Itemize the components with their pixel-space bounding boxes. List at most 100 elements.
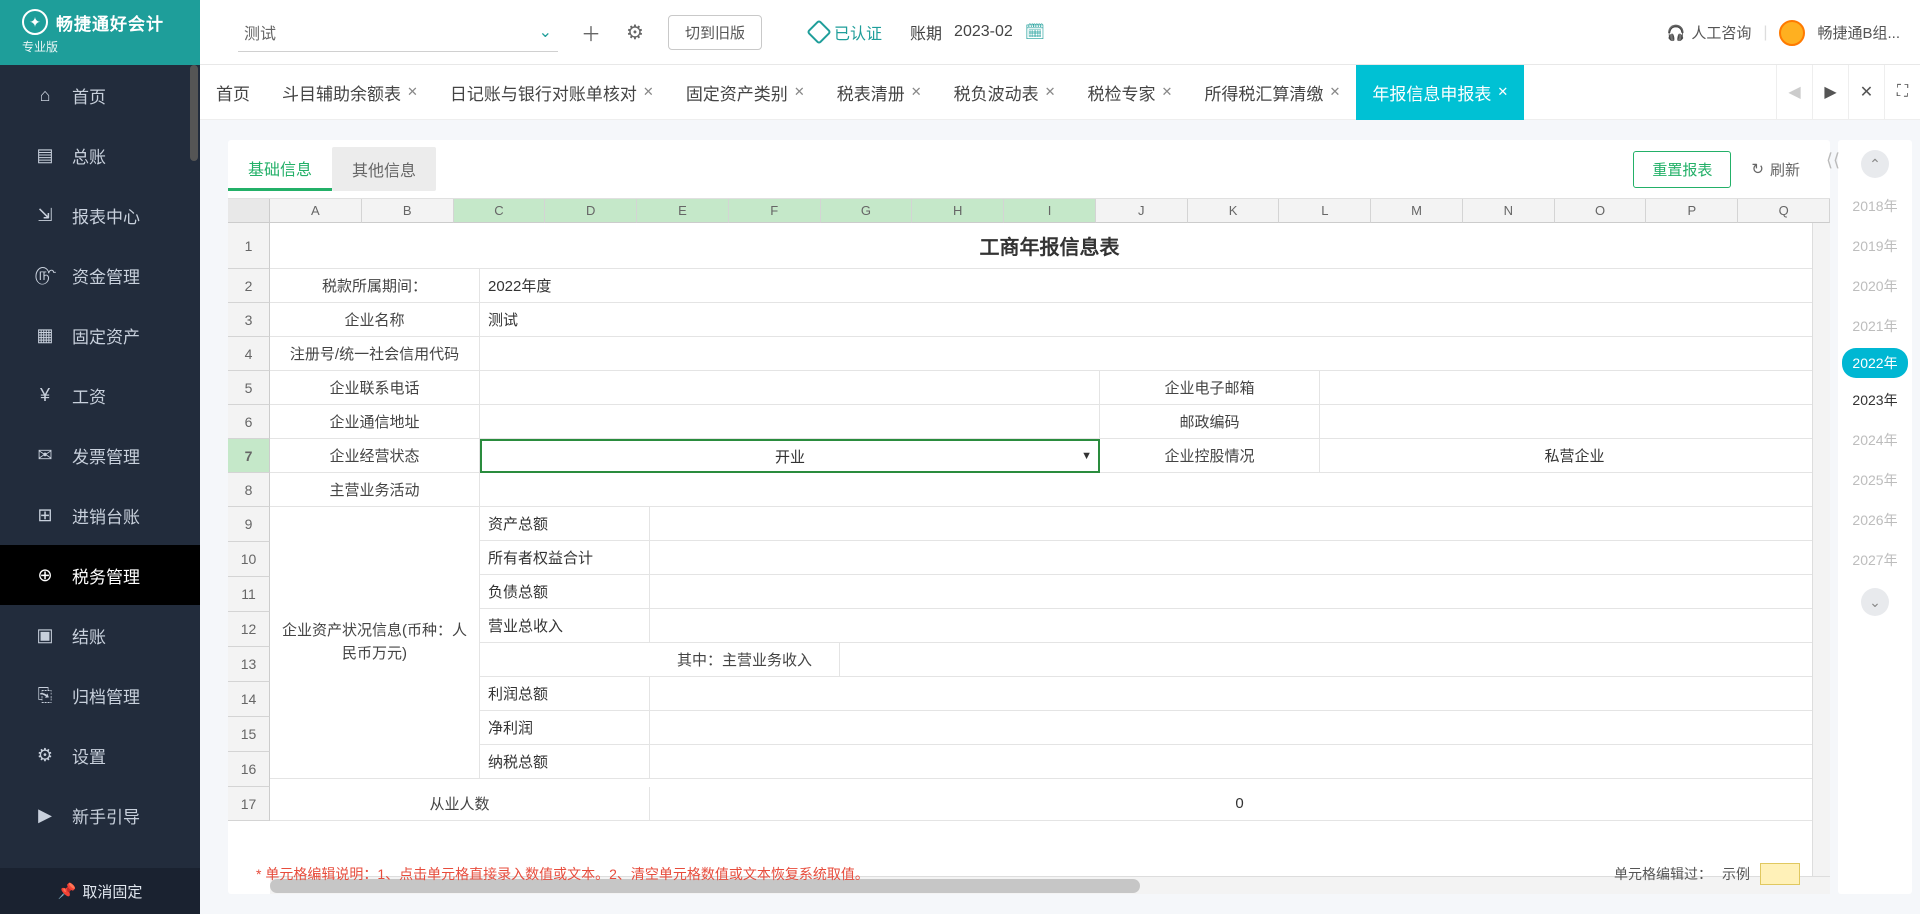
collapse-rail-icon[interactable]: ⟨⟨ [1826, 150, 1840, 171]
row-header[interactable]: 16 [228, 752, 270, 787]
user-name[interactable]: 畅捷通B组... [1817, 22, 1900, 43]
row-header[interactable]: 8 [228, 473, 270, 507]
row-header[interactable]: 1 [228, 223, 270, 269]
column-header[interactable]: D [545, 199, 637, 223]
year-option[interactable]: 2024年 [1852, 422, 1897, 458]
column-header[interactable]: F [729, 199, 821, 223]
switch-old-button[interactable]: 切到旧版 [668, 15, 762, 50]
value-cell[interactable] [650, 609, 1830, 643]
employees-cell[interactable]: 0 [650, 787, 1830, 821]
column-header[interactable]: I [1004, 199, 1096, 223]
sidebar-item-ledger[interactable]: ▤总账 [0, 125, 200, 185]
sidebar-item-asset[interactable]: ▦固定资产 [0, 305, 200, 365]
column-header[interactable]: N [1463, 199, 1555, 223]
row-header[interactable]: 4 [228, 337, 270, 371]
holding-cell[interactable]: 私营企业 [1320, 439, 1830, 473]
addr-cell[interactable] [480, 405, 1100, 439]
year-option[interactable]: 2025年 [1852, 462, 1897, 498]
year-option[interactable]: 2026年 [1852, 502, 1897, 538]
select-all-corner[interactable] [228, 199, 270, 223]
sidebar-item-settings[interactable]: ⚙设置 [0, 725, 200, 785]
row-header[interactable]: 10 [228, 542, 270, 577]
year-option[interactable]: 2020年 [1852, 268, 1897, 304]
email-cell[interactable] [1320, 371, 1830, 405]
subtab-basic[interactable]: 基础信息 [228, 147, 332, 191]
vertical-scrollbar[interactable] [1812, 223, 1830, 876]
tab[interactable]: 首页 [200, 65, 266, 120]
row-header[interactable]: 12 [228, 612, 270, 647]
close-icon[interactable]: ✕ [911, 84, 922, 100]
sidebar-item-funds[interactable]: ௹资金管理 [0, 245, 200, 305]
mainbiz-cell[interactable] [480, 473, 1830, 507]
add-icon[interactable]: ＋ [580, 18, 602, 47]
row-header[interactable]: 17 [228, 787, 270, 821]
spreadsheet[interactable]: ABCDEFGHIJKLMNOPQ 1工商年报信息表2税款所属期间：2022年度… [228, 198, 1830, 894]
tab[interactable]: 年报信息申报表✕ [1356, 65, 1524, 120]
value-cell[interactable] [650, 677, 1830, 711]
tab-close-all[interactable]: ✕ [1848, 65, 1884, 120]
row-header[interactable]: 7 [228, 439, 270, 473]
support-link[interactable]: 🎧 人工咨询 [1667, 22, 1752, 43]
row-header[interactable]: 11 [228, 577, 270, 612]
value-cell[interactable] [650, 745, 1830, 779]
column-header[interactable]: J [1096, 199, 1188, 223]
phone-cell[interactable] [480, 371, 1100, 405]
sidebar-scrollbar[interactable] [190, 65, 198, 161]
column-header[interactable]: B [362, 199, 454, 223]
tab[interactable]: 所得税汇算清缴✕ [1188, 65, 1356, 120]
column-header[interactable]: K [1188, 199, 1280, 223]
column-header[interactable]: P [1646, 199, 1738, 223]
row-header[interactable]: 2 [228, 269, 270, 303]
refresh-button[interactable]: ↻ 刷新 [1751, 159, 1800, 180]
sidebar-item-home[interactable]: ⌂首页 [0, 65, 200, 125]
value-cell[interactable] [840, 643, 1830, 677]
close-icon[interactable]: ✕ [1162, 84, 1173, 100]
tab[interactable]: 税表清册✕ [821, 65, 938, 120]
sidebar-item-stock[interactable]: ⊞进销台账 [0, 485, 200, 545]
close-icon[interactable]: ✕ [1329, 84, 1340, 100]
tab[interactable]: 固定资产类别✕ [670, 65, 821, 120]
value-cell[interactable] [650, 575, 1830, 609]
close-icon[interactable]: ✕ [407, 84, 418, 100]
period-value[interactable]: 2022年度 [480, 269, 1830, 303]
value-cell[interactable] [650, 507, 1830, 541]
account-selector[interactable]: 测试 ⌄ [238, 12, 558, 52]
sidebar-item-invoice[interactable]: ✉发票管理 [0, 425, 200, 485]
sidebar-item-close-book[interactable]: ▣结账 [0, 605, 200, 665]
row-header[interactable]: 14 [228, 682, 270, 717]
year-option[interactable]: 2018年 [1852, 188, 1897, 224]
value-cell[interactable] [650, 541, 1830, 575]
close-icon[interactable]: ✕ [1045, 84, 1056, 100]
row-header[interactable]: 5 [228, 371, 270, 405]
year-scroll-down[interactable]: ⌄ [1861, 588, 1889, 616]
year-scroll-up[interactable]: ⌃ [1861, 150, 1889, 178]
close-icon[interactable]: ✕ [643, 84, 654, 100]
tab-fullscreen[interactable]: ⛶ [1884, 65, 1920, 120]
tab[interactable]: 税负波动表✕ [938, 65, 1072, 120]
close-icon[interactable]: ✕ [1497, 84, 1508, 100]
column-header[interactable]: Q [1738, 199, 1830, 223]
subtab-other[interactable]: 其他信息 [332, 147, 436, 191]
column-header[interactable]: O [1555, 199, 1647, 223]
tab-scroll-right[interactable]: ▶ [1812, 65, 1848, 120]
row-header[interactable]: 13 [228, 647, 270, 682]
sidebar-item-tax[interactable]: ⊕税务管理 [0, 545, 200, 605]
regno-cell[interactable] [480, 337, 1830, 371]
row-header[interactable]: 6 [228, 405, 270, 439]
column-header[interactable]: A [270, 199, 362, 223]
year-option[interactable]: 2027年 [1852, 542, 1897, 578]
year-option[interactable]: 2023年 [1852, 382, 1897, 418]
zip-cell[interactable] [1320, 405, 1830, 439]
tab-scroll-left[interactable]: ◀ [1776, 65, 1812, 120]
column-header[interactable]: L [1279, 199, 1371, 223]
sidebar-item-guide[interactable]: ▶新手引导 [0, 785, 200, 845]
year-option[interactable]: 2019年 [1852, 228, 1897, 264]
close-icon[interactable]: ✕ [794, 84, 805, 100]
gear-icon[interactable]: ⚙ [624, 20, 646, 45]
year-option[interactable]: 2021年 [1852, 308, 1897, 344]
row-header[interactable]: 3 [228, 303, 270, 337]
logo-area[interactable]: ✦ 畅捷通好会计 专业版 [0, 0, 200, 65]
column-header[interactable]: C [454, 199, 546, 223]
sidebar-item-archive[interactable]: ⎘归档管理 [0, 665, 200, 725]
column-header[interactable]: E [637, 199, 729, 223]
